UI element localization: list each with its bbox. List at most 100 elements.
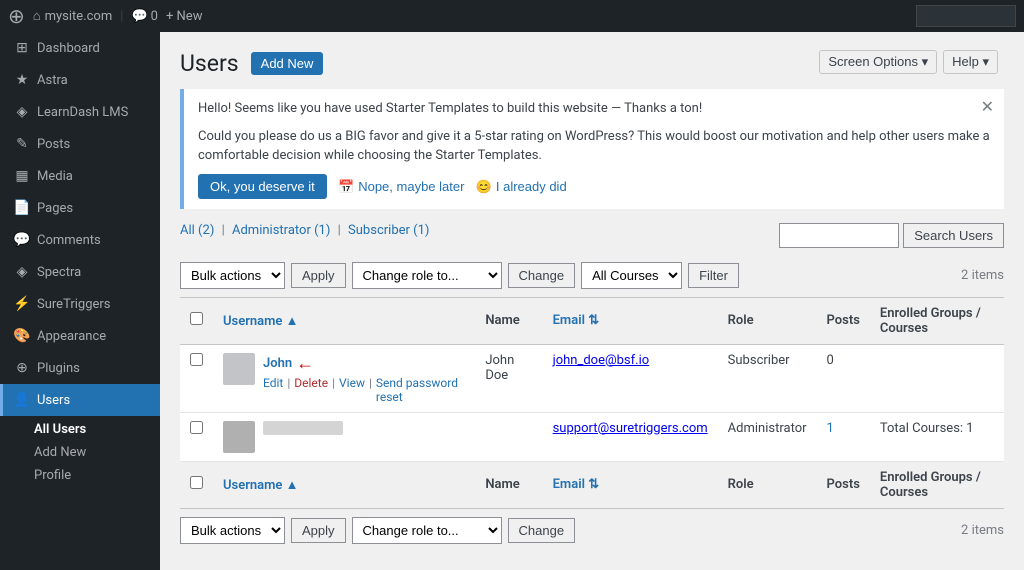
- search-users-input[interactable]: [779, 223, 899, 248]
- sidebar-label-plugins: Plugins: [37, 361, 80, 376]
- apply-button-top[interactable]: Apply: [291, 263, 346, 288]
- notice-close-button[interactable]: ✕: [981, 97, 994, 117]
- sidebar-item-posts[interactable]: ✎ Posts: [0, 128, 160, 160]
- change-button-top[interactable]: Change: [508, 263, 576, 288]
- submenu-add-new[interactable]: Add New: [34, 441, 160, 464]
- comments-link[interactable]: 💬 0: [131, 9, 158, 24]
- footer-email-sort-link[interactable]: Email ⇅: [553, 477, 600, 492]
- notice-line2: Could you please do us a BIG favor and g…: [198, 127, 990, 166]
- appearance-icon: 🎨: [13, 328, 31, 344]
- items-count-bottom: 2 items: [961, 523, 1004, 538]
- footer-username-sort-link[interactable]: Username ▲: [223, 478, 299, 493]
- sidebar-item-dashboard[interactable]: ⊞ Dashboard: [0, 32, 160, 64]
- sidebar-item-learndash[interactable]: ◈ LearnDash LMS: [0, 96, 160, 128]
- sidebar-item-plugins[interactable]: ⊕ Plugins: [0, 352, 160, 384]
- change-role-select-top[interactable]: Change role to... Subscriber Administrat…: [352, 262, 502, 289]
- comments-count: 0: [151, 9, 158, 24]
- table-header-row: Username ▲ Name Email ⇅ Role: [180, 297, 1004, 344]
- row1-checkbox[interactable]: [190, 353, 203, 366]
- filter-all-link[interactable]: All (2): [180, 223, 218, 238]
- change-role-select-bottom[interactable]: Change role to... Subscriber Administrat…: [352, 517, 502, 544]
- site-link[interactable]: ⌂ mysite.com: [33, 8, 112, 24]
- sidebar-item-astra[interactable]: ★ Astra: [0, 64, 160, 96]
- sidebar-label-spectra: Spectra: [37, 265, 81, 280]
- filter-subscriber-link[interactable]: Subscriber (1): [348, 223, 429, 238]
- admin-search-input[interactable]: [916, 5, 1016, 27]
- top-right-area: Screen Options ▾ Help ▾: [819, 50, 1004, 74]
- add-new-button[interactable]: Add New: [251, 52, 324, 75]
- admin-bar: ⊕ ⌂ mysite.com | 💬 0 + New: [0, 0, 1024, 32]
- row2-email-cell: support@suretriggers.com: [543, 412, 718, 461]
- header-enrolled: Enrolled Groups / Courses: [870, 297, 1004, 344]
- sidebar-item-comments[interactable]: 💬 Comments: [0, 224, 160, 256]
- row2-email-link[interactable]: support@suretriggers.com: [553, 421, 708, 436]
- notice-ok-button[interactable]: Ok, you deserve it: [198, 174, 327, 199]
- wp-layout: ⊞ Dashboard ★ Astra ◈ LearnDash LMS ✎ Po…: [0, 32, 1024, 570]
- sidebar-item-spectra[interactable]: ◈ Spectra: [0, 256, 160, 288]
- bulk-actions-top-row: Bulk actions Delete Apply Change role to…: [180, 262, 1004, 289]
- row1-email-link[interactable]: john_doe@bsf.io: [553, 353, 650, 368]
- suretriggers-icon: ⚡: [13, 296, 31, 312]
- select-all-checkbox[interactable]: [190, 312, 203, 325]
- row2-name-cell: [475, 412, 542, 461]
- username-sort-link[interactable]: Username ▲: [223, 314, 299, 329]
- filter-admin-link[interactable]: Administrator (1): [232, 223, 334, 238]
- header-role: Role: [718, 297, 817, 344]
- new-content-button[interactable]: + New: [166, 9, 203, 24]
- row1-user-info: John ← Edit | Delete | View |: [263, 353, 465, 404]
- row2-checkbox-cell: [180, 412, 213, 461]
- admin-search-area: [916, 5, 1016, 27]
- sidebar-label-astra: Astra: [37, 73, 68, 88]
- sidebar-label-posts: Posts: [37, 137, 70, 152]
- sidebar-label-suretriggers: SureTriggers: [37, 297, 111, 312]
- filter-button[interactable]: Filter: [688, 263, 739, 288]
- search-users-area: Search Users: [779, 223, 1004, 248]
- row2-enrolled: Total Courses: 1: [880, 421, 974, 436]
- comment-bubble-icon: 💬: [131, 9, 147, 24]
- sidebar-item-suretriggers[interactable]: ⚡ SureTriggers: [0, 288, 160, 320]
- notice-maybe-button[interactable]: 📅 Nope, maybe later: [338, 179, 464, 195]
- row1-edit-link[interactable]: Edit: [263, 376, 283, 404]
- row2-avatar-wrap: Edit | Delete | View: [223, 421, 465, 453]
- footer-header-enrolled: Enrolled Groups / Courses: [870, 461, 1004, 508]
- footer-header-posts: Posts: [817, 461, 870, 508]
- sidebar-item-pages[interactable]: 📄 Pages: [0, 192, 160, 224]
- footer-select-all-checkbox[interactable]: [190, 476, 203, 489]
- sidebar-item-media[interactable]: ▦ Media: [0, 160, 160, 192]
- row1-posts-cell: 0: [817, 344, 870, 412]
- wp-logo-icon[interactable]: ⊕: [8, 4, 25, 28]
- help-button[interactable]: Help ▾: [943, 50, 998, 74]
- sidebar-item-appearance[interactable]: 🎨 Appearance: [0, 320, 160, 352]
- apply-button-bottom[interactable]: Apply: [291, 518, 346, 543]
- row1-email-cell: john_doe@bsf.io: [543, 344, 718, 412]
- bulk-actions-select-top[interactable]: Bulk actions Delete: [180, 262, 285, 289]
- submenu-all-users[interactable]: All Users: [34, 418, 160, 441]
- row2-avatar: [223, 421, 255, 453]
- sidebar-item-users[interactable]: 👤 Users: [0, 384, 160, 416]
- spectra-icon: ◈: [13, 264, 31, 280]
- row1-actions: Edit | Delete | View | Send password res…: [263, 376, 465, 404]
- row1-delete-link[interactable]: Delete: [294, 376, 328, 404]
- row1-view-link[interactable]: View: [339, 376, 365, 404]
- notice-done-button[interactable]: 😊 I already did: [476, 179, 567, 195]
- footer-header-username: Username ▲: [213, 461, 475, 508]
- row2-posts-link[interactable]: 1: [827, 421, 834, 436]
- pages-icon: 📄: [13, 200, 31, 216]
- row1-send-password-link[interactable]: Send password reset: [376, 376, 465, 404]
- header-posts: Posts: [817, 297, 870, 344]
- users-icon: 👤: [13, 392, 31, 408]
- footer-header-name: Name: [475, 461, 542, 508]
- main-content: Screen Options ▾ Help ▾ Users Add New ✕ …: [160, 32, 1024, 570]
- search-users-button[interactable]: Search Users: [903, 223, 1004, 248]
- email-sort-link[interactable]: Email ⇅: [553, 313, 600, 328]
- users-submenu: All Users Add New Profile: [0, 416, 160, 493]
- bulk-actions-select-bottom[interactable]: Bulk actions Delete: [180, 517, 285, 544]
- screen-options-button[interactable]: Screen Options ▾: [819, 50, 937, 74]
- row2-checkbox[interactable]: [190, 421, 203, 434]
- table-row: John ← Edit | Delete | View |: [180, 344, 1004, 412]
- change-button-bottom[interactable]: Change: [508, 518, 576, 543]
- filter-search-row: Search Users All (2) | Administrator (1)…: [180, 223, 1004, 256]
- row1-username-link[interactable]: John: [263, 356, 292, 371]
- submenu-profile[interactable]: Profile: [34, 464, 160, 487]
- all-courses-select[interactable]: All Courses: [581, 262, 682, 289]
